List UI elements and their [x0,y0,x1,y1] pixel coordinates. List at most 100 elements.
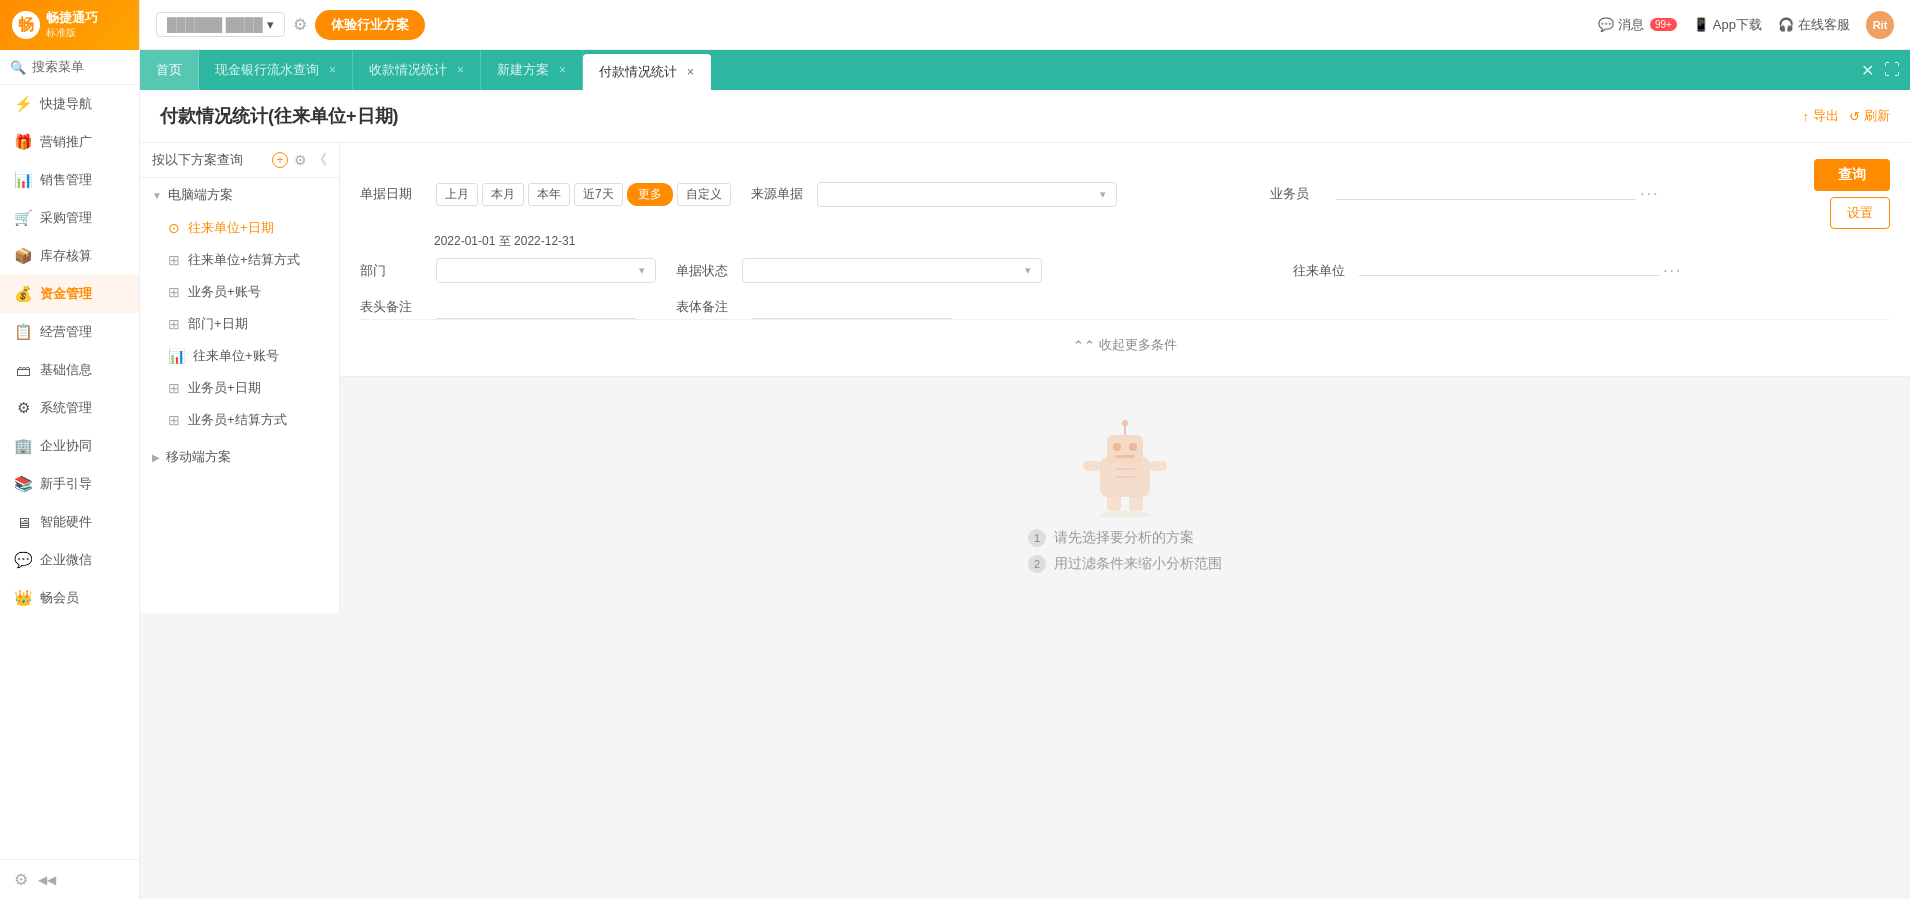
sidebar-nav: ⚡快捷导航🎁营销推广📊销售管理🛒采购管理📦库存核算💰资金管理📋经营管理🗃基础信息… [0,85,139,859]
query-btn[interactable]: 查询 [1814,159,1890,191]
search-icon: 🔍 [10,60,26,75]
topbar-left: ██████ ████ ▾ ⚙ 体验行业方案 [156,10,1586,40]
scheme-icon-partner-date: ⊙ [168,220,180,236]
scheme-item-staff-date[interactable]: ⊞业务员+日期 [140,372,339,404]
staff-select[interactable] [1336,189,1636,200]
sidebar-item-capital[interactable]: 💰资金管理 [0,275,139,313]
close-all-tabs-icon[interactable]: ✕ [1861,61,1874,80]
logo-text: 畅捷通巧 标准版 [46,10,98,40]
tab-close-new-plan[interactable]: × [559,63,566,77]
sidebar-item-wechat[interactable]: 💬企业微信 [0,541,139,579]
sidebar: 畅 畅捷通巧 标准版 🔍 搜索菜单 ⚡快捷导航🎁营销推广📊销售管理🛒采购管理📦库… [0,0,140,899]
tab-cashflow[interactable]: 现金银行流水查询 × [199,50,353,90]
tab-label-cashflow: 现金银行流水查询 [215,61,319,79]
sidebar-label-quick-nav: 快捷导航 [40,95,92,113]
avatar[interactable]: Rit [1866,11,1894,39]
tab-new-plan[interactable]: 新建方案× [481,50,583,90]
filter-row-2: 部门 ▾ 单据状态 ▾ 往来单 [360,258,1890,283]
mobile-section-label: 移动端方案 [166,448,231,466]
sidebar-item-marketing[interactable]: 🎁营销推广 [0,123,139,161]
settings-icon[interactable]: ⚙ [14,870,28,889]
tab-home[interactable]: 首页 [140,50,199,90]
scheme-label-staff-settle: 业务员+结算方式 [188,411,287,429]
desktop-section[interactable]: ▼ 电脑端方案 [140,178,339,212]
scheme-item-partner-account[interactable]: 📊往来单位+账号 [140,340,339,372]
scheme-label-partner-account: 往来单位+账号 [193,347,279,365]
app-download-action[interactable]: 📱 App下载 [1693,16,1762,34]
header-note-input[interactable] [436,295,636,319]
sidebar-item-sales[interactable]: 📊销售管理 [0,161,139,199]
topbar-gear-icon[interactable]: ⚙ [293,15,307,34]
staff-more-icon[interactable]: ··· [1640,185,1659,203]
online-service-action[interactable]: 🎧 在线客服 [1778,16,1850,34]
sidebar-item-purchase[interactable]: 🛒采购管理 [0,199,139,237]
doc-status-select[interactable]: ▾ [742,258,1042,283]
export-btn[interactable]: ↑ 导出 [1803,107,1840,125]
filter-row-3: 表头备注 表体备注 [360,295,1890,319]
sidebar-item-member[interactable]: 👑 畅会员 [0,579,139,617]
sidebar-item-guide[interactable]: 📚新手引导 [0,465,139,503]
collapse-sidebar-icon[interactable]: ◀◀ [38,873,56,887]
search-menu[interactable]: 🔍 搜索菜单 [0,50,139,85]
scheme-item-dept-date[interactable]: ⊞部门+日期 [140,308,339,340]
refresh-btn[interactable]: ↺ 刷新 [1849,107,1890,125]
trial-btn[interactable]: 体验行业方案 [315,10,425,40]
sidebar-label-member: 畅会员 [40,589,79,607]
tab-close-receipt-stats[interactable]: × [457,63,464,77]
tab-payment-stats[interactable]: 付款情况统计× [583,54,711,90]
svg-rect-1 [1107,435,1143,463]
scheme-item-staff-account[interactable]: ⊞业务员+账号 [140,276,339,308]
main-area: ██████ ████ ▾ ⚙ 体验行业方案 💬 消息 99+ 📱 App下载 … [140,0,1910,899]
partner-select[interactable] [1359,265,1659,276]
tabs-actions: ✕ ⛶ [1851,50,1910,90]
empty-tip-2: 2 用过滤条件来缩小分析范围 [1028,555,1222,573]
tab-close-payment-stats[interactable]: × [687,65,694,79]
collapse-up-icon: ⌃⌃ [1073,338,1095,353]
mobile-section[interactable]: ▶ 移动端方案 [140,440,339,474]
sidebar-item-quick-nav[interactable]: ⚡快捷导航 [0,85,139,123]
date-btn-上月[interactable]: 上月 [436,183,478,206]
chevron-down-icon: ▾ [267,17,274,32]
date-btn-custom[interactable]: 自定义 [677,183,731,206]
scheme-item-staff-settle[interactable]: ⊞业务员+结算方式 [140,404,339,436]
sidebar-icon-member: 👑 [14,589,32,607]
expand-tab-icon[interactable]: ⛶ [1884,61,1900,79]
scheme-item-partner-date[interactable]: ⊙往来单位+日期 [140,212,339,244]
filter-settings-btn[interactable]: 设置 [1830,197,1890,229]
tab-close-cashflow[interactable]: × [329,63,336,77]
sidebar-label-marketing: 营销推广 [40,133,92,151]
partner-filter-label: 往来单位 [1293,262,1349,280]
main-content: 单据日期 上月本月本年近7天更多自定义 来源单据 ▾ 业务员 [340,143,1910,613]
collapse-btn[interactable]: ⌃⌃ 收起更多条件 [1057,330,1193,360]
tab-label-receipt-stats: 收款情况统计 [369,61,447,79]
sidebar-item-enterprise[interactable]: 🏢企业协同 [0,427,139,465]
scheme-item-partner-settle[interactable]: ⊞往来单位+结算方式 [140,244,339,276]
date-btn-近7天[interactable]: 近7天 [574,183,623,206]
scheme-settings-icon[interactable]: ⚙ [294,152,307,168]
empty-tip-1: 1 请先选择要分析的方案 [1028,529,1222,547]
date-btn-more[interactable]: 更多 [627,183,673,206]
partner-more-icon[interactable]: ··· [1663,262,1682,280]
sidebar-item-system[interactable]: ⚙系统管理 [0,389,139,427]
scheme-collapse-icon[interactable]: 《 [313,151,327,169]
sidebar-icon-inventory: 📦 [14,247,32,265]
sidebar-item-inventory[interactable]: 📦库存核算 [0,237,139,275]
sidebar-item-basic[interactable]: 🗃基础信息 [0,351,139,389]
dept-chevron-icon: ▾ [639,264,645,277]
sidebar-item-hardware[interactable]: 🖥智能硬件 [0,503,139,541]
svg-point-2 [1113,443,1121,451]
source-filter-label: 来源单据 [751,185,807,203]
messages-action[interactable]: 💬 消息 99+ [1598,16,1677,34]
sidebar-label-operation: 经营管理 [40,323,92,341]
scheme-panel: 按以下方案查询 + ⚙ 《 ▼ 电脑端方案 ⊙往来单位+日期⊞往来单位+结算方式… [140,143,340,613]
add-scheme-icon[interactable]: + [272,152,288,168]
dept-select[interactable]: ▾ [436,258,656,283]
date-btn-本月[interactable]: 本月 [482,183,524,206]
tab-receipt-stats[interactable]: 收款情况统计 × [353,50,481,90]
source-select[interactable]: ▾ [817,182,1117,207]
account-selector[interactable]: ██████ ████ ▾ [156,12,285,37]
export-icon: ↑ [1803,109,1810,124]
sidebar-item-operation[interactable]: 📋经营管理 [0,313,139,351]
body-note-input[interactable] [752,295,952,319]
date-btn-本年[interactable]: 本年 [528,183,570,206]
